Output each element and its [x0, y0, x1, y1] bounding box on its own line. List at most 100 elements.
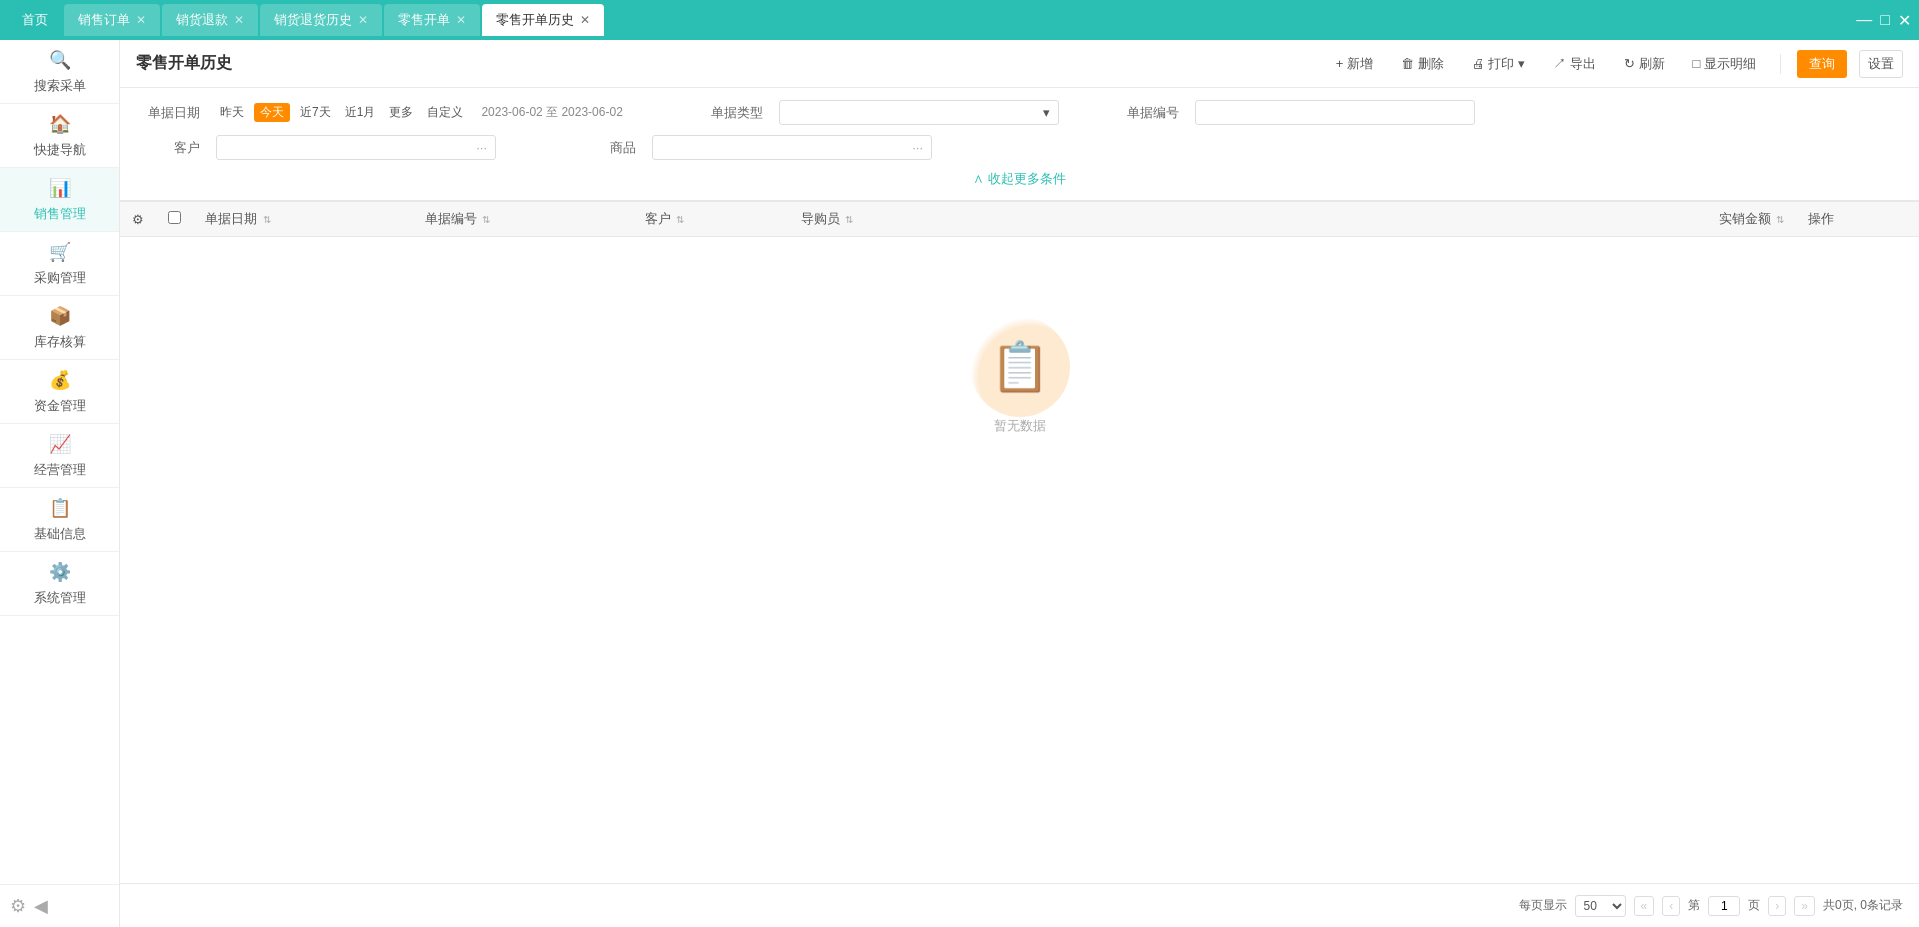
- table-area: ⚙ 单据日期 ⇅ 单据编号 ⇅ 客户: [120, 201, 1919, 883]
- sidebar-item-sales[interactable]: 📊 销售管理: [0, 168, 119, 232]
- home-icon: 🏠: [49, 113, 71, 135]
- table-header-row: ⚙ 单据日期 ⇅ 单据编号 ⇅ 客户: [120, 202, 1919, 237]
- today-btn[interactable]: 今天: [254, 103, 290, 122]
- number-input[interactable]: [1195, 100, 1475, 125]
- empty-state: 📋 暂无数据: [120, 237, 1919, 515]
- type-select[interactable]: ▾: [779, 100, 1059, 125]
- filter-row-1: 单据日期 昨天 今天 近7天 近1月 更多 自定义 2023-06-02 至 2…: [136, 100, 1903, 125]
- goods-label: 商品: [572, 139, 636, 157]
- yesterday-btn[interactable]: 昨天: [216, 103, 248, 122]
- customer-select[interactable]: ···: [216, 135, 496, 160]
- th-checkbox[interactable]: [156, 202, 193, 237]
- window-controls: — □ ✕: [1856, 11, 1911, 30]
- close-icon[interactable]: ✕: [358, 13, 368, 27]
- per-page-select[interactable]: 50 10 20 100: [1575, 895, 1626, 917]
- first-page-button[interactable]: «: [1634, 896, 1655, 916]
- sidebar-item-finance[interactable]: 💰 资金管理: [0, 360, 119, 424]
- sidebar-item-search[interactable]: 🔍 搜索采单: [0, 40, 119, 104]
- sort-number-icon: ⇅: [482, 214, 490, 225]
- table-body: 📋 暂无数据: [120, 237, 1919, 516]
- main-layout: 🔍 搜索采单 🏠 快捷导航 📊 销售管理 🛒 采购管理 📦 库存核算 💰 资金管…: [0, 40, 1919, 927]
- customer-label: 客户: [136, 139, 200, 157]
- sidebar-item-system[interactable]: ⚙️ 系统管理: [0, 552, 119, 616]
- sort-customer-icon: ⇅: [676, 214, 684, 225]
- sort-amount-icon: ⇅: [1776, 214, 1784, 225]
- tab-sales-return[interactable]: 销货退款 ✕: [162, 4, 258, 36]
- sidebar-item-basic[interactable]: 📋 基础信息: [0, 488, 119, 552]
- sidebar: 🔍 搜索采单 🏠 快捷导航 📊 销售管理 🛒 采购管理 📦 库存核算 💰 资金管…: [0, 40, 120, 927]
- th-settings[interactable]: ⚙: [120, 202, 156, 237]
- toolbar-divider: [1780, 54, 1781, 74]
- finance-icon: 💰: [49, 369, 71, 391]
- tab-home[interactable]: 首页: [8, 4, 62, 36]
- th-number[interactable]: 单据编号 ⇅: [413, 202, 633, 237]
- sales-icon: 📊: [49, 177, 71, 199]
- page-number-input[interactable]: [1708, 896, 1740, 916]
- customer-dots-icon: ···: [476, 140, 487, 155]
- goods-select[interactable]: ···: [652, 135, 932, 160]
- next-page-button[interactable]: ›: [1768, 896, 1786, 916]
- type-arrow-icon: ▾: [1043, 105, 1050, 120]
- display-detail-button[interactable]: □ 显示明细: [1685, 51, 1764, 77]
- close-icon[interactable]: ✕: [136, 13, 146, 27]
- page-header: 零售开单历史 + 新增 🗑 删除 🖨 打印 ▾ ↗ 导出 ↻ 刷新: [120, 40, 1919, 88]
- empty-illustration: 📋: [970, 317, 1070, 417]
- close-icon[interactable]: ✕: [234, 13, 244, 27]
- goods-dots-icon: ···: [912, 140, 923, 155]
- th-amount[interactable]: 实销金额 ⇅: [1577, 202, 1797, 237]
- system-icon: ⚙️: [49, 561, 71, 583]
- maximize-button[interactable]: □: [1880, 11, 1890, 29]
- th-date[interactable]: 单据日期 ⇅: [193, 202, 413, 237]
- sidebar-item-nav[interactable]: 🏠 快捷导航: [0, 104, 119, 168]
- pagination-bar: 每页显示 50 10 20 100 « ‹ 第 页 › » 共0页, 0条记录: [120, 883, 1919, 927]
- tab-retail-open[interactable]: 零售开单 ✕: [384, 4, 480, 36]
- filter-row-2: 客户 ··· 商品 ···: [136, 135, 1903, 160]
- window-close-button[interactable]: ✕: [1898, 11, 1911, 30]
- sort-salesperson-icon: ⇅: [845, 214, 853, 225]
- toolbar: + 新增 🗑 删除 🖨 打印 ▾ ↗ 导出 ↻ 刷新 □ 显示明细: [1328, 50, 1903, 78]
- search-icon: 🔍: [49, 49, 71, 71]
- custom-btn[interactable]: 自定义: [423, 103, 467, 122]
- tab-retail-open-history[interactable]: 零售开单历史 ✕: [482, 4, 604, 36]
- last1m-btn[interactable]: 近1月: [341, 103, 380, 122]
- close-icon[interactable]: ✕: [580, 13, 590, 27]
- last-page-button[interactable]: »: [1794, 896, 1815, 916]
- per-page-label: 每页显示: [1519, 897, 1567, 914]
- delete-button[interactable]: 🗑 删除: [1393, 51, 1452, 77]
- data-table: ⚙ 单据日期 ⇅ 单据编号 ⇅ 客户: [120, 201, 1919, 515]
- settings-footer-icon[interactable]: ⚙: [10, 895, 26, 917]
- minimize-button[interactable]: —: [1856, 11, 1872, 29]
- last7-btn[interactable]: 近7天: [296, 103, 335, 122]
- empty-text: 暂无数据: [994, 417, 1046, 435]
- export-button[interactable]: ↗ 导出: [1545, 51, 1604, 77]
- sort-date-icon: ⇅: [263, 214, 271, 225]
- date-shortcuts: 昨天 今天 近7天 近1月 更多 自定义 2023-06-02 至 2023-0…: [216, 103, 623, 122]
- page-suffix-label: 页: [1748, 897, 1760, 914]
- operation-icon: 📈: [49, 433, 71, 455]
- sidebar-item-inventory[interactable]: 📦 库存核算: [0, 296, 119, 360]
- close-icon[interactable]: ✕: [456, 13, 466, 27]
- th-action: 操作: [1796, 202, 1919, 237]
- type-label: 单据类型: [699, 104, 763, 122]
- tab-sales-return-history[interactable]: 销货退货历史 ✕: [260, 4, 382, 36]
- sidebar-item-purchase[interactable]: 🛒 采购管理: [0, 232, 119, 296]
- prev-page-button[interactable]: ‹: [1662, 896, 1680, 916]
- select-all-checkbox[interactable]: [168, 211, 181, 224]
- collapse-sidebar-icon[interactable]: ◀: [34, 895, 48, 917]
- sidebar-item-operation[interactable]: 📈 经营管理: [0, 424, 119, 488]
- th-customer[interactable]: 客户 ⇅: [633, 202, 789, 237]
- sidebar-footer: ⚙ ◀: [0, 884, 119, 927]
- th-salesperson[interactable]: 导购员 ⇅: [789, 202, 977, 237]
- query-button[interactable]: 查询: [1797, 50, 1847, 78]
- total-info: 共0页, 0条记录: [1823, 897, 1903, 914]
- refresh-button[interactable]: ↻ 刷新: [1616, 51, 1673, 77]
- date-label: 单据日期: [136, 104, 200, 122]
- date-range-display: 2023-06-02 至 2023-06-02: [481, 104, 622, 121]
- tab-sales-order[interactable]: 销售订单 ✕: [64, 4, 160, 36]
- more-btn[interactable]: 更多: [385, 103, 417, 122]
- collapse-btn[interactable]: ∧ 收起更多条件: [136, 170, 1903, 188]
- number-label: 单据编号: [1115, 104, 1179, 122]
- settings-button[interactable]: 设置: [1859, 50, 1903, 78]
- print-button[interactable]: 🖨 打印 ▾: [1464, 51, 1534, 77]
- add-button[interactable]: + 新增: [1328, 51, 1381, 77]
